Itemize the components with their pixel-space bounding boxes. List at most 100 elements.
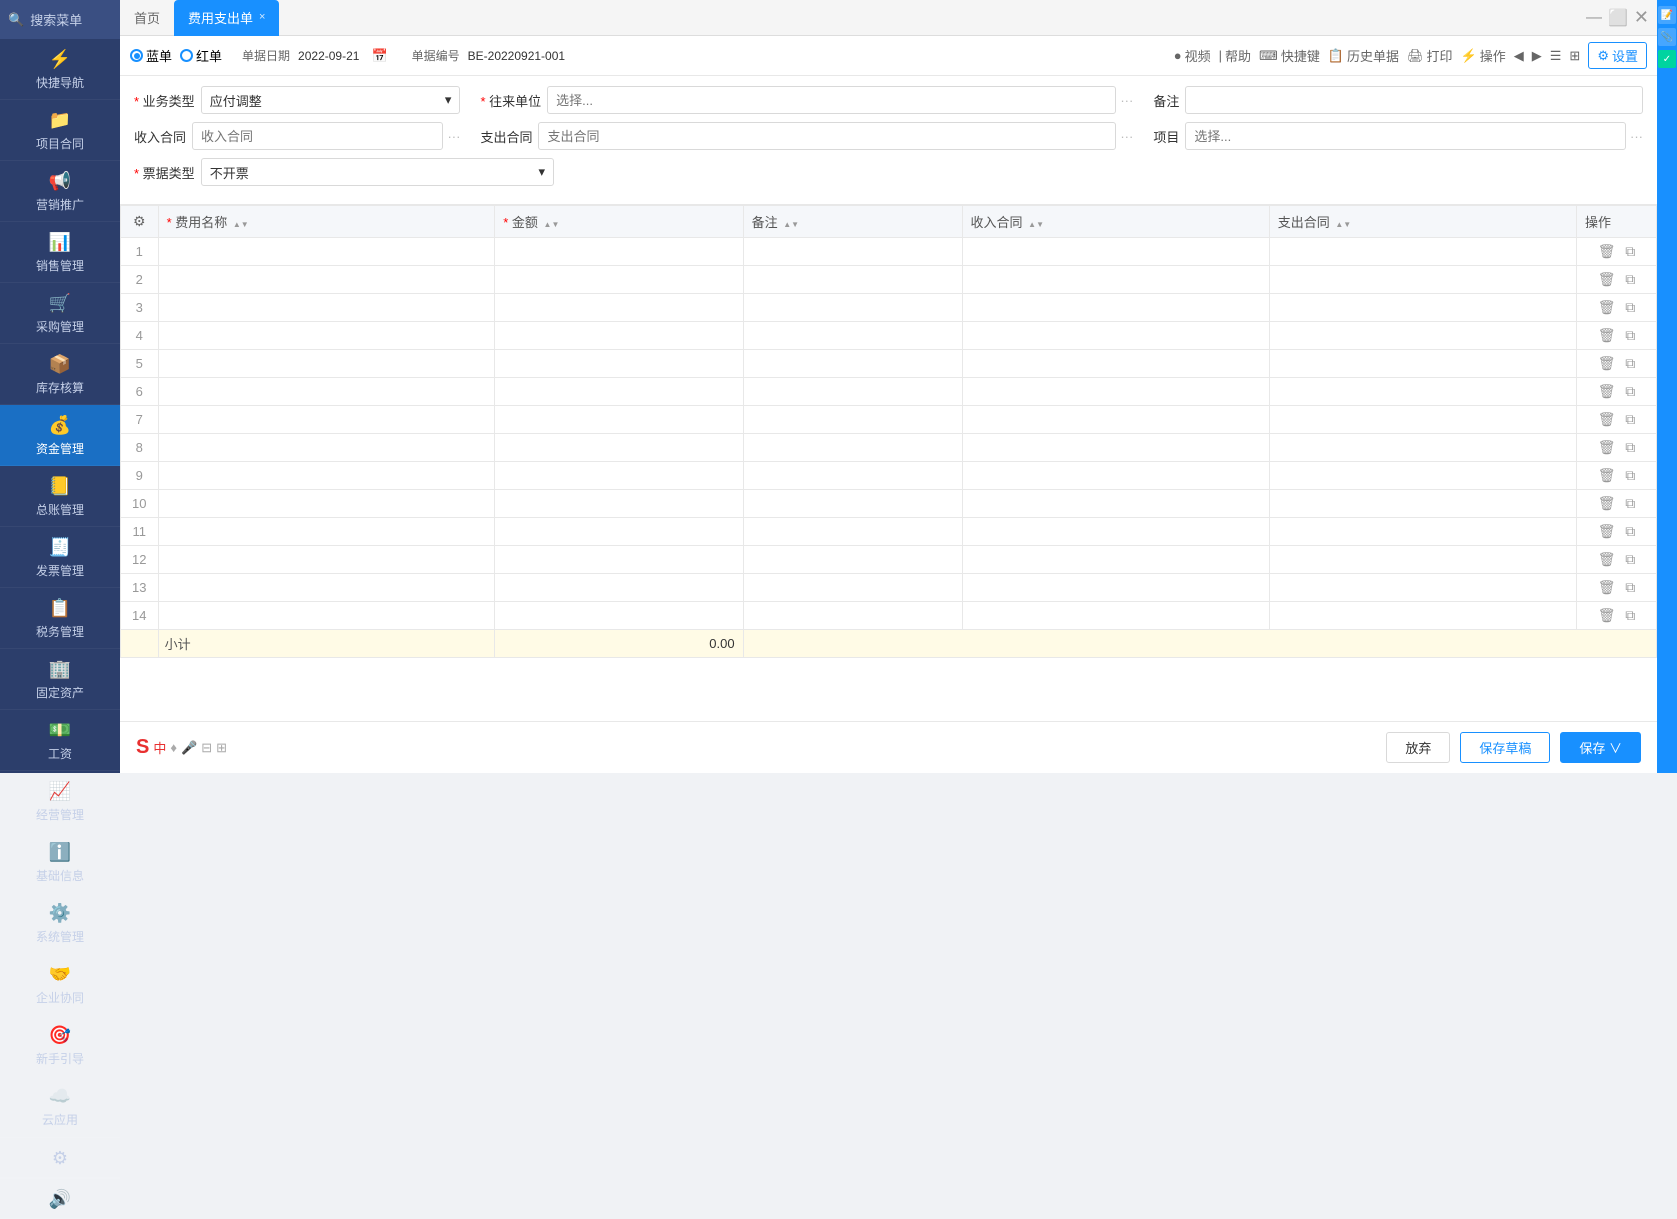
row-amount-3[interactable] [495, 294, 743, 322]
row-name-14[interactable] [158, 602, 495, 630]
sidebar-item-9[interactable]: 📋税务管理 [0, 588, 120, 649]
row-delete-3[interactable]: 🗑 [1595, 298, 1619, 317]
sort-remark-icon[interactable]: ▲▼ [783, 220, 799, 229]
window-maximize-icon[interactable]: ⬜ [1608, 8, 1628, 28]
row-delete-1[interactable]: 🗑 [1595, 242, 1619, 261]
sidebar-item-6[interactable]: 💰资金管理 [0, 405, 120, 466]
tab-close-icon[interactable]: × [259, 11, 265, 23]
row-remark-6[interactable] [743, 378, 962, 406]
row-delete-7[interactable]: 🗑 [1595, 410, 1619, 429]
row-expense-4[interactable] [1269, 322, 1576, 350]
sidebar-item-0[interactable]: ⚡快捷导航 [0, 39, 120, 100]
row-delete-13[interactable]: 🗑 [1595, 578, 1619, 597]
row-income-13[interactable] [962, 574, 1269, 602]
row-income-7[interactable] [962, 406, 1269, 434]
row-amount-5[interactable] [495, 350, 743, 378]
logo-icon-1[interactable]: ♦ [170, 740, 177, 756]
row-name-13[interactable] [158, 574, 495, 602]
row-expense-11[interactable] [1269, 518, 1576, 546]
sidebar-item-15[interactable]: 🤝企业协同 [0, 954, 120, 1015]
income-contract-input[interactable] [192, 122, 443, 150]
sidebar-item-8[interactable]: 🧾发票管理 [0, 527, 120, 588]
row-expense-3[interactable] [1269, 294, 1576, 322]
view-grid-icon[interactable]: ⊞ [1569, 48, 1580, 64]
row-copy-11[interactable]: ⧉ [1622, 522, 1638, 541]
row-income-6[interactable] [962, 378, 1269, 406]
row-name-4[interactable] [158, 322, 495, 350]
row-name-9[interactable] [158, 462, 495, 490]
row-expense-9[interactable] [1269, 462, 1576, 490]
row-income-2[interactable] [962, 266, 1269, 294]
sort-income-icon[interactable]: ▲▼ [1028, 220, 1044, 229]
discard-button[interactable]: 放弃 [1386, 732, 1450, 763]
row-amount-11[interactable] [495, 518, 743, 546]
row-expense-1[interactable] [1269, 238, 1576, 266]
row-name-7[interactable] [158, 406, 495, 434]
table-settings-button[interactable]: ⚙ [129, 212, 150, 231]
row-name-12[interactable] [158, 546, 495, 574]
right-sidebar-btn-2[interactable]: 📎 [1658, 28, 1676, 46]
action-shortcut[interactable]: ⌨ 快捷键 [1259, 46, 1320, 65]
row-income-5[interactable] [962, 350, 1269, 378]
sidebar-item-4[interactable]: 🛒采购管理 [0, 283, 120, 344]
sidebar-item-3[interactable]: 📊销售管理 [0, 222, 120, 283]
row-copy-1[interactable]: ⧉ [1622, 242, 1638, 261]
row-expense-2[interactable] [1269, 266, 1576, 294]
row-name-5[interactable] [158, 350, 495, 378]
window-close-icon[interactable]: ✕ [1634, 7, 1649, 28]
row-delete-8[interactable]: 🗑 [1595, 438, 1619, 457]
row-amount-13[interactable] [495, 574, 743, 602]
row-expense-7[interactable] [1269, 406, 1576, 434]
right-sidebar-btn-1[interactable]: 📝 [1658, 6, 1676, 24]
red-bill-radio[interactable]: 红单 [180, 46, 222, 65]
row-remark-13[interactable] [743, 574, 962, 602]
sort-expense-icon[interactable]: ▲▼ [1335, 220, 1351, 229]
row-remark-14[interactable] [743, 602, 962, 630]
row-amount-4[interactable] [495, 322, 743, 350]
action-help[interactable]: | 帮助 [1219, 46, 1251, 65]
sidebar-search[interactable]: 🔍 搜索菜单 [0, 0, 120, 39]
row-name-1[interactable] [158, 238, 495, 266]
sidebar-item-14[interactable]: ⚙️系统管理 [0, 893, 120, 954]
sidebar-item-5[interactable]: 📦库存核算 [0, 344, 120, 405]
sidebar-item-13[interactable]: ℹ️基础信息 [0, 832, 120, 893]
row-name-10[interactable] [158, 490, 495, 518]
tab-expense[interactable]: 费用支出单 × [174, 0, 279, 36]
calendar-icon[interactable]: 📅 [371, 48, 387, 64]
partner-dots[interactable]: ··· [1120, 93, 1133, 108]
row-expense-8[interactable] [1269, 434, 1576, 462]
row-amount-6[interactable] [495, 378, 743, 406]
row-copy-9[interactable]: ⧉ [1622, 466, 1638, 485]
row-remark-9[interactable] [743, 462, 962, 490]
date-value[interactable]: 2022-09-21 [298, 49, 359, 63]
row-copy-3[interactable]: ⧉ [1622, 298, 1638, 317]
blue-bill-radio[interactable]: 蓝单 [130, 46, 172, 65]
row-delete-9[interactable]: 🗑 [1595, 466, 1619, 485]
sidebar-item-17[interactable]: ☁️云应用 [0, 1076, 120, 1137]
row-amount-10[interactable] [495, 490, 743, 518]
row-copy-4[interactable]: ⧉ [1622, 326, 1638, 345]
row-remark-10[interactable] [743, 490, 962, 518]
row-expense-6[interactable] [1269, 378, 1576, 406]
row-amount-14[interactable] [495, 602, 743, 630]
window-minimize-icon[interactable]: — [1586, 9, 1602, 27]
row-amount-7[interactable] [495, 406, 743, 434]
nav-next-icon[interactable]: ▶ [1532, 48, 1542, 64]
sidebar-item-10[interactable]: 🏢固定资产 [0, 649, 120, 710]
expense-contract-dots[interactable]: ··· [1120, 129, 1133, 144]
logo-icon-4[interactable]: ⊞ [216, 740, 227, 756]
row-remark-8[interactable] [743, 434, 962, 462]
row-remark-3[interactable] [743, 294, 962, 322]
settings-button[interactable]: ⚙ 设置 [1588, 42, 1647, 69]
row-amount-2[interactable] [495, 266, 743, 294]
view-list-icon[interactable]: ☰ [1550, 48, 1562, 64]
row-remark-7[interactable] [743, 406, 962, 434]
row-name-11[interactable] [158, 518, 495, 546]
row-name-6[interactable] [158, 378, 495, 406]
right-sidebar-btn-3[interactable]: ✓ [1658, 50, 1676, 68]
row-delete-12[interactable]: 🗑 [1595, 550, 1619, 569]
invoice-type-select[interactable]: 不开票 ▾ [201, 158, 554, 186]
row-remark-11[interactable] [743, 518, 962, 546]
row-income-4[interactable] [962, 322, 1269, 350]
row-income-9[interactable] [962, 462, 1269, 490]
